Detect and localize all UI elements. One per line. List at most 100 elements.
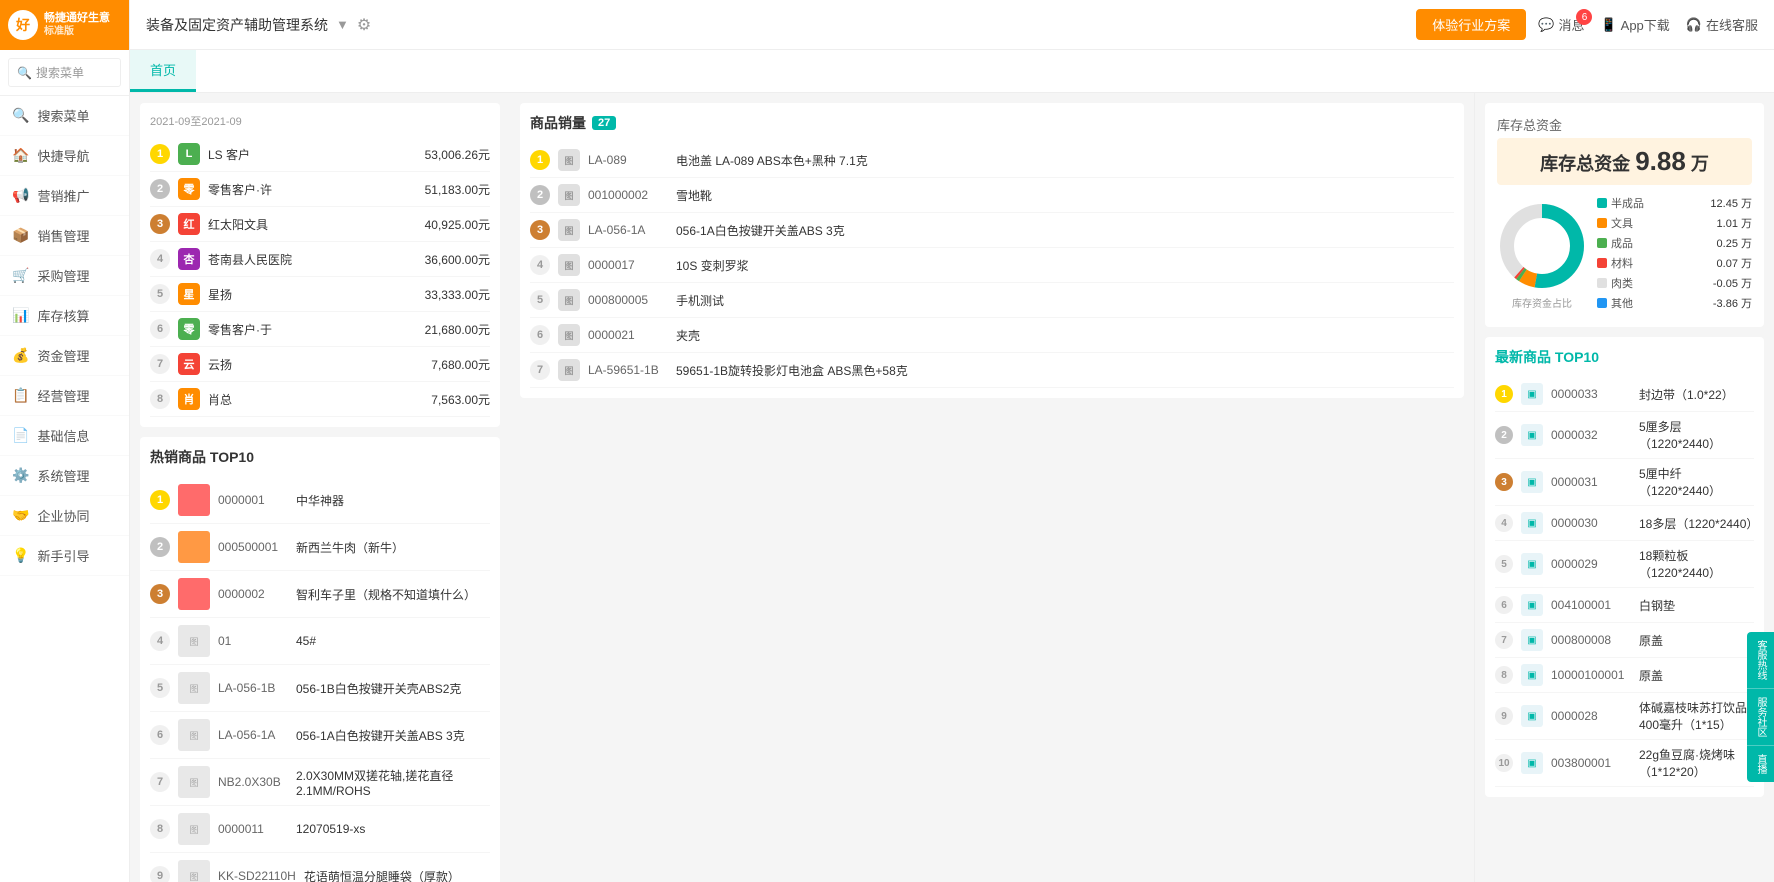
new-product-item: 6 ▣ 004100001 白钢垫 (1495, 588, 1754, 623)
sidebar-item-marketing[interactable]: 📢营销推广 (0, 176, 129, 216)
customer-period: 2021-09至2021-09 (150, 113, 490, 129)
legend-value: 0.07 万 (1717, 255, 1752, 271)
product-icon: 图 (558, 359, 580, 381)
product-name: 056-1B白色按键开关壳ABS2克 (296, 680, 490, 697)
sidebar-item-system[interactable]: ⚙️系统管理 (0, 456, 129, 496)
new-product-name: 封边带（1.0*22） (1639, 386, 1754, 403)
hot-product-item: 7 图 NB2.0X30B 2.0X30MM双搓花轴,搓花直径2.1MM/ROH… (150, 759, 490, 806)
product-name: 夹壳 (676, 327, 1454, 344)
rank-number: 6 (150, 725, 170, 745)
legend-color (1597, 238, 1607, 248)
customer-name: 苍南县人民医院 (208, 251, 417, 268)
app-download-button[interactable]: 📱 App下载 (1600, 15, 1669, 34)
sidebar-item-enterprise[interactable]: 🤝企业协同 (0, 496, 129, 536)
rank-number: 7 (530, 360, 550, 380)
logo-icon: 好 (8, 10, 38, 40)
online-service-button[interactable]: 🎧 在线客服 (1686, 15, 1758, 34)
sidebar-item-finance[interactable]: 💰资金管理 (0, 336, 129, 376)
settings-icon[interactable]: ⚙ (357, 15, 371, 35)
rank-number: 6 (1495, 596, 1513, 614)
product-rank-item: 1 图 LA-089 电池盖 LA-089 ABS本色+黑种 7.1克 (530, 143, 1454, 178)
product-ranking-card: 商品销量 27 1 图 LA-089 电池盖 LA-089 ABS本色+黑种 7… (520, 103, 1464, 398)
message-badge: 6 (1576, 9, 1592, 25)
inventory-icon: 📊 (12, 307, 29, 324)
new-product-name: 5厘多层（1220*2440） (1639, 418, 1754, 452)
nav-label: 采购管理 (37, 266, 89, 285)
system-title-area: 装备及固定资产辅助管理系统 ▼ ⚙ (146, 15, 1404, 35)
sidebar-item-basic[interactable]: 📄基础信息 (0, 416, 129, 456)
sidebar: 好 畅捷通好生意 标准版 🔍 搜索菜单 🔍搜索菜单🏠快捷导航📢营销推广📦销售管理… (0, 0, 130, 882)
search-menu-button[interactable]: 🔍 搜索菜单 (8, 58, 121, 87)
new-product-item: 8 ▣ 10000100001 原盖 (1495, 658, 1754, 693)
message-button[interactable]: 💬 消息 6 (1538, 15, 1584, 34)
legend-value: 0.25 万 (1717, 235, 1752, 251)
rank-number: 1 (530, 150, 550, 170)
rank-number: 1 (1495, 385, 1513, 403)
sidebar-item-sales[interactable]: 📦销售管理 (0, 216, 129, 256)
new-product-code: 0000031 (1551, 475, 1631, 489)
service-community-button[interactable]: 服务社区 (1747, 689, 1774, 746)
nav-label: 基础信息 (37, 426, 89, 445)
product-code: 0000002 (218, 587, 288, 601)
sidebar-item-purchase[interactable]: 🛒采购管理 (0, 256, 129, 296)
dropdown-icon[interactable]: ▼ (336, 17, 349, 32)
sidebar-item-inventory[interactable]: 📊 库存核算 (0, 296, 129, 336)
sidebar-item-search[interactable]: 🔍搜索菜单 (0, 96, 129, 136)
rank-number: 8 (1495, 666, 1513, 684)
new-products-title: 最新商品 TOP10 (1495, 347, 1754, 367)
hot-products-title: 热销商品 TOP10 (150, 447, 490, 467)
product-name: 智利车子里（规格不知道填什么） (296, 586, 490, 603)
headset-icon: 🎧 (1686, 17, 1702, 33)
nav-label: 库存核算 (37, 306, 89, 325)
legend-item: 肉类 -0.05 万 (1597, 275, 1752, 291)
tab-home[interactable]: 首页 (130, 50, 196, 92)
rank-number: 7 (1495, 631, 1513, 649)
inventory-chart-container: 库存资金占比 半成品 12.45 万 文具 1.01 万 成品 0.25 万 材… (1497, 195, 1752, 315)
phone-icon: 📱 (1600, 17, 1616, 33)
rank-number: 7 (150, 772, 170, 792)
trial-button[interactable]: 体验行业方案 (1416, 9, 1526, 40)
rank-number: 8 (150, 819, 170, 839)
nav-label: 企业协同 (37, 506, 89, 525)
product-code: NB2.0X30B (218, 775, 288, 789)
legend-value: -3.86 万 (1713, 295, 1752, 311)
legend-color (1597, 198, 1607, 208)
product-name: 雪地靴 (676, 187, 1454, 204)
rank-number: 8 (150, 389, 170, 409)
header-right: 💬 消息 6 📱 App下载 🎧 在线客服 (1538, 15, 1758, 34)
customer-name: 星扬 (208, 286, 417, 303)
sidebar-item-operations[interactable]: 📋经营管理 (0, 376, 129, 416)
legend-color (1597, 298, 1607, 308)
legend-label: 肉类 (1611, 275, 1709, 291)
new-product-item: 10 ▣ 003800001 22g鱼豆腐·烧烤味（1*12*20） (1495, 740, 1754, 787)
chart-label: 库存资金占比 (1512, 295, 1572, 310)
new-product-code: 0000032 (1551, 428, 1631, 442)
product-icon: ▣ (1521, 594, 1543, 616)
top-header: 装备及固定资产辅助管理系统 ▼ ⚙ 体验行业方案 💬 消息 6 📱 App下载 … (130, 0, 1774, 50)
sidebar-item-quicknav[interactable]: 🏠快捷导航 (0, 136, 129, 176)
new-products-list: 1 ▣ 0000033 封边带（1.0*22） 2 ▣ 0000032 5厘多层… (1495, 377, 1754, 787)
new-product-name: 18颗粒板（1220*2440） (1639, 547, 1754, 581)
customer-rank-item: 5 星 星扬 33,333.00元 (150, 277, 490, 312)
search-icon: 🔍 (12, 107, 29, 124)
product-code: 01 (218, 634, 288, 648)
new-product-name: 体碱嘉枝味苏打饮品400毫升（1*15） (1639, 699, 1754, 733)
product-thumbnail (178, 578, 210, 610)
nav-label: 资金管理 (37, 346, 89, 365)
customer-service-button[interactable]: 客服热线 (1747, 632, 1774, 689)
sidebar-item-guide[interactable]: 💡新手引导 (0, 536, 129, 576)
rank-number: 2 (530, 185, 550, 205)
product-rank-item: 4 图 0000017 10S 变刺罗浆 (530, 248, 1454, 283)
customer-amount: 7,680.00元 (431, 356, 490, 373)
legend-value: 1.01 万 (1717, 215, 1752, 231)
product-thumbnail (178, 531, 210, 563)
product-icon: 图 (558, 324, 580, 346)
customer-avatar: 红 (178, 213, 200, 235)
new-product-name: 5厘中纤（1220*2440） (1639, 465, 1754, 499)
rank-number: 2 (150, 537, 170, 557)
product-name: 手机测试 (676, 292, 1454, 309)
new-product-item: 9 ▣ 0000028 体碱嘉枝味苏打饮品400毫升（1*15） (1495, 693, 1754, 740)
live-broadcast-button[interactable]: 直播 (1747, 746, 1774, 782)
nav-label: 新手引导 (37, 546, 89, 565)
product-code: LA-056-1B (218, 681, 288, 695)
